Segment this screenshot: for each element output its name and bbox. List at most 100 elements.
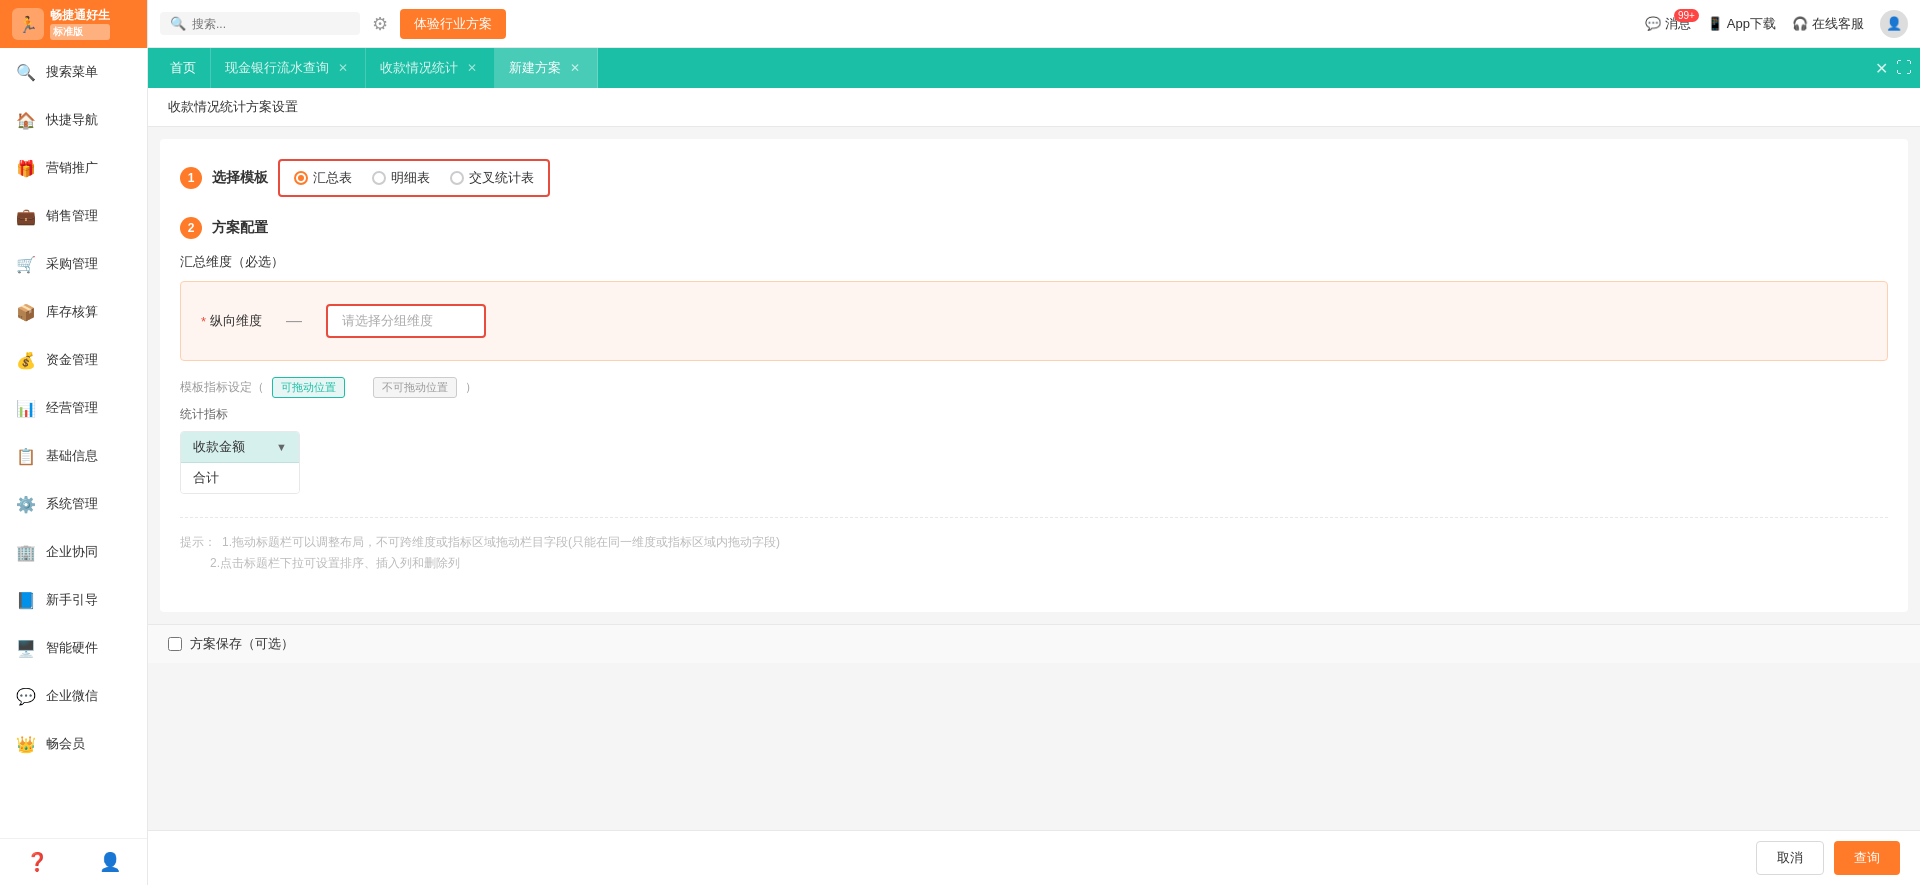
search-box[interactable]: 🔍	[160, 12, 360, 35]
sidebar-item-inventory[interactable]: 📦 库存核算	[0, 288, 147, 336]
settings-icon[interactable]: ⚙	[372, 13, 388, 35]
trial-button[interactable]: 体验行业方案	[400, 9, 506, 39]
help-button[interactable]: ❓	[22, 847, 52, 877]
tab-expand-icon[interactable]: ⛶	[1896, 59, 1912, 78]
dimension-area: * 纵向维度 — 请选择分组维度	[180, 281, 1888, 361]
home-icon: 🏠	[16, 111, 36, 130]
radio-detail[interactable]: 明细表	[372, 169, 430, 187]
tab-bank-close[interactable]: ✕	[335, 60, 351, 76]
tips-section: 提示： 1.拖动标题栏可以调整布局，不可跨维度或指标区域拖动栏目字段(只能在同一…	[180, 517, 1888, 572]
metrics-section: 模板指标设定（ 可拖动位置 不可拖动位置 ） 统计指标 收款金额	[180, 377, 1888, 497]
tab-bank-label: 现金银行流水查询	[225, 59, 329, 77]
query-button[interactable]: 查询	[1834, 841, 1900, 875]
message-icon: 💬	[1645, 16, 1661, 31]
sidebar-item-label: 资金管理	[46, 351, 98, 369]
sidebar-item-label: 采购管理	[46, 255, 98, 273]
metrics-column-header[interactable]: 收款金额 ▼	[181, 432, 299, 463]
tips-label: 提示：	[180, 534, 216, 551]
user-avatar[interactable]: 👤	[1880, 10, 1908, 38]
message-button[interactable]: 💬 消息 99+	[1645, 15, 1691, 33]
metrics-dropdown-icon[interactable]: ▼	[276, 441, 287, 453]
radio-detail-circle	[372, 171, 386, 185]
service-button[interactable]: 🎧 在线客服	[1792, 15, 1864, 33]
sidebar-item-search-menu[interactable]: 🔍 搜索菜单	[0, 48, 147, 96]
save-checkbox[interactable]	[168, 637, 182, 651]
tabbar-end: ✕ ⛶	[1875, 59, 1912, 78]
metrics-hint-label: 模板指标设定（	[180, 379, 264, 396]
step1-number: 1	[180, 167, 202, 189]
sidebar-item-label: 系统管理	[46, 495, 98, 513]
sidebar-item-label: 库存核算	[46, 303, 98, 321]
radio-summary[interactable]: 汇总表	[294, 169, 352, 187]
message-badge: 99+	[1674, 9, 1699, 22]
stats-title: 统计指标	[180, 406, 1888, 423]
radio-cross[interactable]: 交叉统计表	[450, 169, 534, 187]
sidebar-item-wechat[interactable]: 💬 企业微信	[0, 672, 147, 720]
tab-close-all-icon[interactable]: ✕	[1875, 59, 1888, 78]
sidebar-item-basic[interactable]: 📋 基础信息	[0, 432, 147, 480]
sidebar-item-marketing[interactable]: 🎁 营销推广	[0, 144, 147, 192]
radio-cross-circle	[450, 171, 464, 185]
sidebar-item-label: 新手引导	[46, 591, 98, 609]
sidebar-item-operation[interactable]: 📊 经营管理	[0, 384, 147, 432]
search-input[interactable]	[192, 17, 332, 31]
search-icon: 🔍	[170, 16, 186, 31]
sidebar-item-label: 基础信息	[46, 447, 98, 465]
content-area: 收款情况统计方案设置 1 选择模板 汇总表 明细表	[148, 88, 1920, 830]
gear-icon: ⚙️	[16, 495, 36, 514]
sidebar-item-capital[interactable]: 💰 资金管理	[0, 336, 147, 384]
dimension-arrow-icon: —	[286, 312, 302, 330]
dimension-placeholder: 请选择分组维度	[342, 312, 433, 330]
sidebar-item-member[interactable]: 👑 畅会员	[0, 720, 147, 768]
topbar: 🔍 ⚙ 体验行业方案 💬 消息 99+ 📱 App下载 🎧 在线客服 👤	[148, 0, 1920, 48]
sidebar-item-label: 营销推广	[46, 159, 98, 177]
tab-new-plan[interactable]: 新建方案 ✕	[495, 48, 598, 88]
group-dimension-select[interactable]: 请选择分组维度	[326, 304, 486, 338]
clipboard-icon: 📋	[16, 447, 36, 466]
tab-home[interactable]: 首页	[156, 48, 211, 88]
sidebar-item-purchase[interactable]: 🛒 采购管理	[0, 240, 147, 288]
summary-dimension-title: 汇总维度（必选）	[180, 253, 1888, 271]
config-section: 汇总维度（必选） * 纵向维度 — 请选择分组维度	[180, 253, 1888, 572]
tab-new-plan-close[interactable]: ✕	[567, 60, 583, 76]
page-header: 收款情况统计方案设置	[148, 88, 1920, 127]
sidebar-item-guide[interactable]: 📘 新手引导	[0, 576, 147, 624]
metrics-total-label: 合计	[193, 470, 219, 485]
gift-icon: 🎁	[16, 159, 36, 178]
logo-badge: 标准版	[50, 24, 110, 40]
step2-title: 方案配置	[212, 219, 268, 237]
cancel-button[interactable]: 取消	[1756, 841, 1824, 875]
tab-receipt-close[interactable]: ✕	[464, 60, 480, 76]
vertical-label-text: 纵向维度	[210, 312, 262, 330]
chart-icon: 📊	[16, 399, 36, 418]
user-button[interactable]: 👤	[95, 847, 125, 877]
chat-icon: 💬	[16, 687, 36, 706]
metrics-header-label: 收款金额	[193, 438, 245, 456]
sidebar-item-label: 经营管理	[46, 399, 98, 417]
crown-icon: 👑	[16, 735, 36, 754]
briefcase-icon: 💼	[16, 207, 36, 226]
sidebar-item-system[interactable]: ⚙️ 系统管理	[0, 480, 147, 528]
sidebar-item-smart[interactable]: 🖥️ 智能硬件	[0, 624, 147, 672]
radio-summary-label: 汇总表	[313, 169, 352, 187]
hint-connector	[353, 379, 365, 396]
sidebar-item-quick-nav[interactable]: 🏠 快捷导航	[0, 96, 147, 144]
step2-label: 2 方案配置	[180, 217, 1888, 239]
box-icon: 📦	[16, 303, 36, 322]
service-icon: 🎧	[1792, 16, 1808, 31]
topbar-right: 💬 消息 99+ 📱 App下载 🎧 在线客服 👤	[1645, 10, 1908, 38]
step1-label: 1 选择模板 汇总表 明细表 交叉统计表	[180, 159, 1888, 197]
step2-number: 2	[180, 217, 202, 239]
download-button[interactable]: 📱 App下载	[1707, 15, 1776, 33]
tip1-text: 1.拖动标题栏可以调整布局，不可跨维度或指标区域拖动栏目字段(只能在同一维度或指…	[222, 534, 780, 551]
tip1-row: 提示： 1.拖动标题栏可以调整布局，不可跨维度或指标区域拖动栏目字段(只能在同一…	[180, 534, 1888, 551]
stats-title-text: 统计指标	[180, 407, 228, 421]
sidebar-item-sales[interactable]: 💼 销售管理	[0, 192, 147, 240]
sidebar-item-enterprise[interactable]: 🏢 企业协同	[0, 528, 147, 576]
search-menu-icon: 🔍	[16, 63, 36, 82]
tab-bank[interactable]: 现金银行流水查询 ✕	[211, 48, 366, 88]
hint-close-bracket: ）	[465, 379, 477, 396]
sidebar-item-label: 企业协同	[46, 543, 98, 561]
sidebar-item-label: 快捷导航	[46, 111, 98, 129]
tab-receipt[interactable]: 收款情况统计 ✕	[366, 48, 495, 88]
